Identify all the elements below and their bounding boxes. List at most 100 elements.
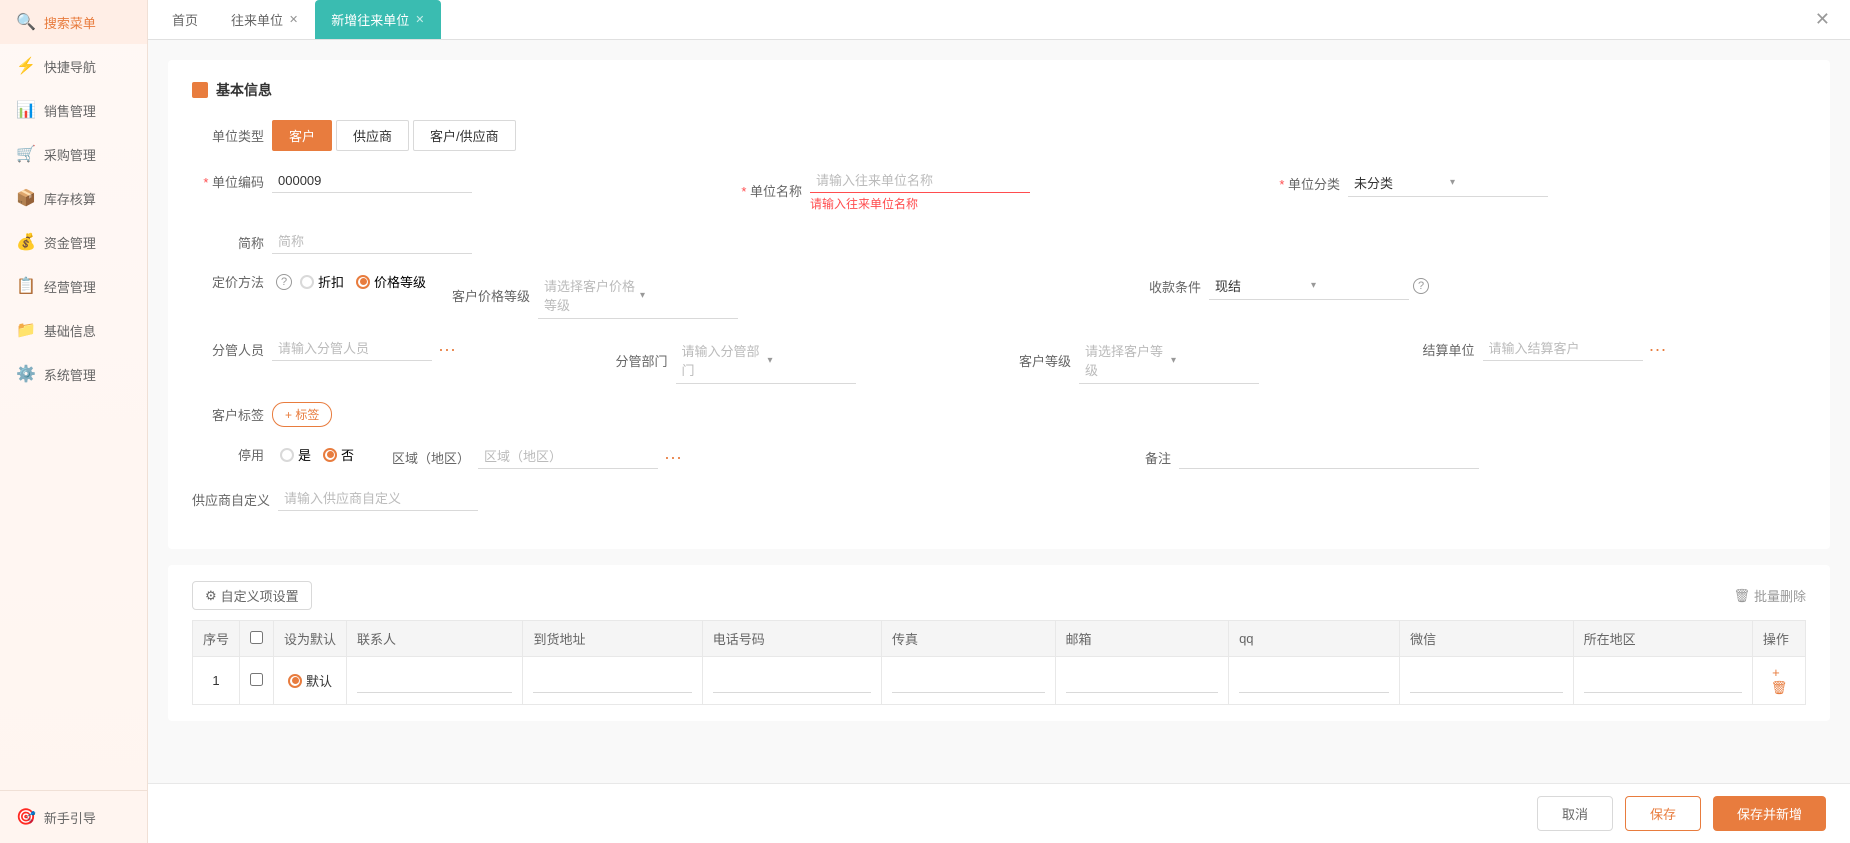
phone-input[interactable] bbox=[713, 669, 871, 693]
disabled-region-row: 停用 是 否 区域（地区） ··· bbox=[192, 445, 1806, 469]
tab-partner-close[interactable]: ✕ bbox=[289, 13, 298, 26]
radio-no[interactable]: 否 bbox=[323, 445, 354, 464]
th-default: 设为默认 bbox=[274, 621, 347, 657]
row-checkbox[interactable] bbox=[250, 673, 263, 686]
sidebar-item-inventory[interactable]: 📦 库存核算 bbox=[0, 176, 147, 220]
tab-new-partner-close[interactable]: ✕ bbox=[415, 13, 424, 26]
radio-price-level[interactable]: 价格等级 bbox=[356, 272, 426, 291]
th-wechat: 微信 bbox=[1400, 621, 1574, 657]
sidebar-item-finance[interactable]: 💰 资金管理 bbox=[0, 220, 147, 264]
btn-type-customer[interactable]: 客户 bbox=[272, 120, 332, 151]
radio-discount-circle bbox=[300, 275, 314, 289]
sidebar-item-operations[interactable]: 📋 经营管理 bbox=[0, 264, 147, 308]
pricing-row: 定价方法 ? 折扣 价格等级 客户价格等级 bbox=[192, 272, 1806, 319]
unit-name-input[interactable] bbox=[810, 169, 1030, 193]
sidebar-item-system[interactable]: ⚙️ 系统管理 bbox=[0, 352, 147, 396]
contact-input[interactable] bbox=[357, 669, 512, 693]
sidebar-bottom: 🎯 新手引导 bbox=[0, 790, 147, 843]
short-name-input[interactable] bbox=[272, 230, 472, 254]
sidebar-item-guide[interactable]: 🎯 新手引导 bbox=[0, 799, 147, 835]
unit-type-buttons: 客户 供应商 客户/供应商 bbox=[272, 120, 516, 151]
table-toolbar: ⚙ 自定义项设置 🗑 批量删除 bbox=[192, 581, 1806, 610]
save-new-button[interactable]: 保存并新增 bbox=[1713, 796, 1826, 831]
address-input[interactable] bbox=[533, 669, 691, 693]
save-button[interactable]: 保存 bbox=[1625, 796, 1701, 831]
tab-home-label: 首页 bbox=[172, 10, 198, 29]
disabled-group: 停用 是 否 bbox=[192, 445, 392, 464]
td-default: 默认 bbox=[274, 657, 347, 705]
manager-group: 分管人员 ··· bbox=[192, 337, 596, 361]
payment-terms-select[interactable]: 现结 ▾ bbox=[1209, 272, 1409, 300]
customer-level-label: 客户等级 bbox=[999, 351, 1079, 370]
sidebar-item-purchase[interactable]: 🛒 采购管理 bbox=[0, 132, 147, 176]
td-checkbox bbox=[240, 657, 274, 705]
wechat-input[interactable] bbox=[1410, 669, 1563, 693]
tab-home[interactable]: 首页 bbox=[156, 0, 215, 39]
supplier-custom-label: 供应商自定义 bbox=[192, 490, 278, 509]
sidebar-item-search[interactable]: 🔍 搜索菜单 bbox=[0, 0, 147, 44]
sidebar-item-sales[interactable]: 📊 销售管理 bbox=[0, 88, 147, 132]
region-more-btn[interactable]: ··· bbox=[658, 448, 688, 466]
row-default-radio[interactable]: 默认 bbox=[284, 671, 336, 690]
customer-level-select[interactable]: 请选择客户等级 ▾ bbox=[1079, 337, 1259, 384]
tab-partner[interactable]: 往来单位 ✕ bbox=[215, 0, 315, 39]
department-select[interactable]: 请输入分管部门 ▾ bbox=[676, 337, 856, 384]
th-seq: 序号 bbox=[193, 621, 240, 657]
email-input[interactable] bbox=[1066, 669, 1219, 693]
unit-code-input[interactable] bbox=[272, 169, 472, 193]
supplier-custom-input[interactable] bbox=[278, 487, 478, 511]
unit-category-select[interactable]: 未分类 ▾ bbox=[1348, 169, 1548, 197]
manager-input[interactable] bbox=[272, 337, 432, 361]
supplier-custom-group: 供应商自定义 bbox=[192, 487, 1806, 511]
settlement-more-btn[interactable]: ··· bbox=[1643, 340, 1673, 358]
department-arrow: ▾ bbox=[768, 355, 850, 366]
cancel-button[interactable]: 取消 bbox=[1537, 796, 1613, 831]
radio-yes[interactable]: 是 bbox=[280, 445, 311, 464]
sidebar-item-basic-info[interactable]: 📁 基础信息 bbox=[0, 308, 147, 352]
payment-terms-value: 现结 bbox=[1215, 276, 1307, 295]
table-body: 1 默认 bbox=[193, 657, 1806, 705]
btn-type-both[interactable]: 客户/供应商 bbox=[413, 120, 516, 151]
pricing-method-help-icon[interactable]: ? bbox=[276, 274, 292, 290]
window-close-button[interactable]: ✕ bbox=[1803, 9, 1842, 30]
basic-info-icon: 📁 bbox=[16, 320, 36, 340]
th-phone: 电话号码 bbox=[702, 621, 881, 657]
manager-more-btn[interactable]: ··· bbox=[432, 340, 462, 358]
supplier-custom-row: 供应商自定义 bbox=[192, 487, 1806, 511]
unit-type-row: 单位类型 客户 供应商 客户/供应商 bbox=[192, 120, 1806, 151]
customer-price-level-select[interactable]: 请选择客户价格等级 ▾ bbox=[538, 272, 738, 319]
td-qq bbox=[1229, 657, 1400, 705]
add-row-btn[interactable]: + bbox=[1772, 665, 1780, 680]
department-label: 分管部门 bbox=[596, 351, 676, 370]
settings-button[interactable]: ⚙ 自定义项设置 bbox=[192, 581, 312, 610]
btn-type-supplier[interactable]: 供应商 bbox=[336, 120, 409, 151]
th-checkbox bbox=[240, 621, 274, 657]
region-input[interactable] bbox=[478, 445, 658, 469]
radio-discount[interactable]: 折扣 bbox=[300, 272, 344, 291]
section-flag-icon bbox=[192, 82, 208, 98]
remark-input[interactable] bbox=[1179, 445, 1479, 469]
payment-terms-help-icon[interactable]: ? bbox=[1413, 278, 1429, 294]
add-tag-button[interactable]: + 标签 bbox=[272, 402, 332, 427]
settlement-unit-input[interactable] bbox=[1483, 337, 1643, 361]
qq-input[interactable] bbox=[1239, 669, 1389, 693]
customer-tag-label: 客户标签 bbox=[192, 405, 272, 424]
unit-type-label: 单位类型 bbox=[192, 126, 272, 145]
sales-icon: 📊 bbox=[16, 100, 36, 120]
tab-new-partner[interactable]: 新增往来单位 ✕ bbox=[315, 0, 441, 39]
region-label: 区域（地区） bbox=[392, 448, 478, 467]
header-checkbox[interactable] bbox=[250, 631, 263, 644]
fax-input[interactable] bbox=[892, 669, 1045, 693]
quick-nav-icon: ⚡ bbox=[16, 56, 36, 76]
system-icon: ⚙️ bbox=[16, 364, 36, 384]
sidebar-item-quick-nav[interactable]: ⚡ 快捷导航 bbox=[0, 44, 147, 88]
row-region-input[interactable] bbox=[1584, 669, 1742, 693]
th-email: 邮箱 bbox=[1055, 621, 1229, 657]
td-phone bbox=[702, 657, 881, 705]
td-wechat bbox=[1400, 657, 1574, 705]
unit-code-label: 单位编码 bbox=[192, 172, 272, 191]
guide-icon: 🎯 bbox=[16, 807, 36, 827]
main-area: 首页 往来单位 ✕ 新增往来单位 ✕ ✕ 基本信息 单位类型 客户 bbox=[148, 0, 1850, 843]
sidebar-label-purchase: 采购管理 bbox=[44, 145, 96, 164]
delete-row-btn[interactable]: 🗑 bbox=[1771, 680, 1788, 695]
